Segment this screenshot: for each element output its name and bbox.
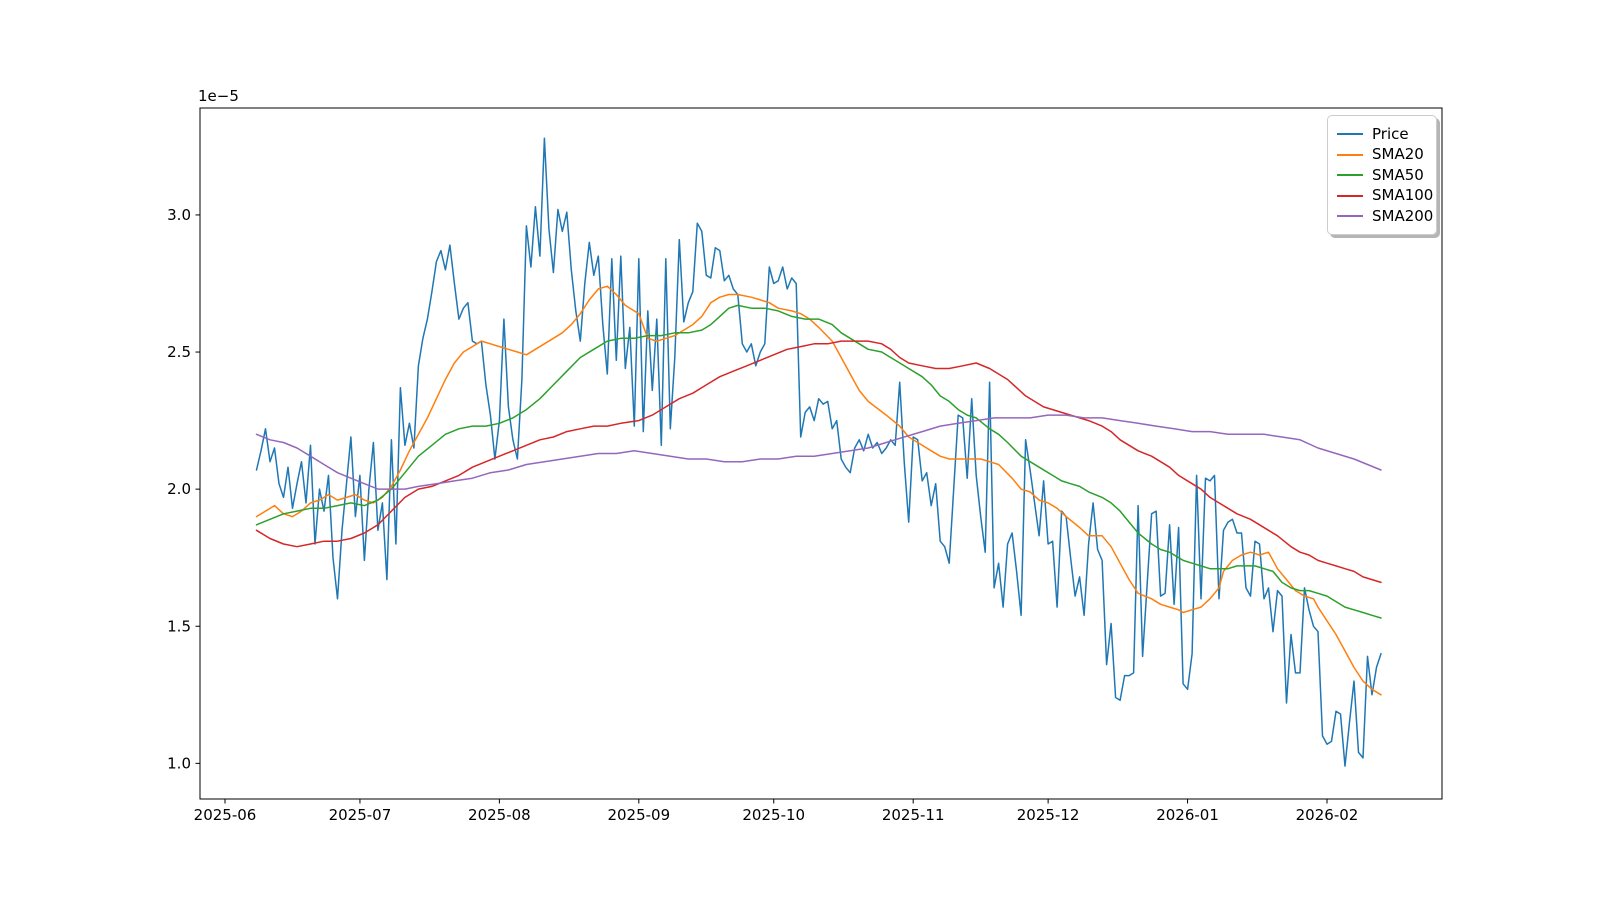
y-tick-label: 2.0 <box>167 480 191 498</box>
axes-frame <box>199 107 1443 800</box>
legend-label: Price <box>1372 124 1409 143</box>
legend-item-sma50: SMA50 <box>1337 165 1427 186</box>
x-tick-label: 2026-01 <box>1156 806 1219 824</box>
series-line-sma20 <box>255 285 1382 696</box>
series-line-sma50 <box>255 304 1382 619</box>
legend-line-sample-sma200 <box>1337 215 1363 218</box>
legend-line-sample-sma20 <box>1337 153 1363 156</box>
x-tick-label: 2025-10 <box>742 806 805 824</box>
legend-line-sample-sma50 <box>1337 174 1363 177</box>
legend-item-sma100: SMA100 <box>1337 186 1433 207</box>
figure-canvas: 2025-06 2025-07 2025-08 2025-09 2025-10 2025-… <box>0 0 1600 900</box>
legend-label: SMA100 <box>1372 186 1434 205</box>
legend-label: SMA200 <box>1372 206 1434 225</box>
legend-item-sma200: SMA200 <box>1337 206 1433 227</box>
legend-item-sma20: SMA20 <box>1337 145 1427 166</box>
y-tick-label: 2.5 <box>167 343 191 361</box>
series-line-price <box>255 137 1382 767</box>
x-tick-label: 2026-02 <box>1296 806 1359 824</box>
legend-line-sample-price <box>1337 133 1363 136</box>
legend-line-sample-sma100 <box>1337 194 1363 197</box>
y-tick-label: 1.5 <box>167 617 191 635</box>
series-line-sma100 <box>255 340 1382 584</box>
legend-item-price: Price <box>1337 124 1427 145</box>
x-tick-label: 2025-07 <box>329 806 392 824</box>
x-tick-label: 2025-12 <box>1017 806 1080 824</box>
x-tick-label: 2025-08 <box>468 806 531 824</box>
y-tick-label: 1.0 <box>167 754 191 772</box>
x-tick-label: 2025-06 <box>194 806 257 824</box>
y-axis-offset-label: 1e−5 <box>198 87 239 105</box>
chart-legend: Price SMA20 SMA50 SMA100 SMA200 <box>1327 115 1437 235</box>
y-tick-label: 3.0 <box>167 206 191 224</box>
legend-label: SMA50 <box>1372 165 1424 184</box>
legend-label: SMA20 <box>1372 145 1424 164</box>
x-tick-label: 2025-09 <box>607 806 670 824</box>
x-tick-label: 2025-11 <box>882 806 945 824</box>
